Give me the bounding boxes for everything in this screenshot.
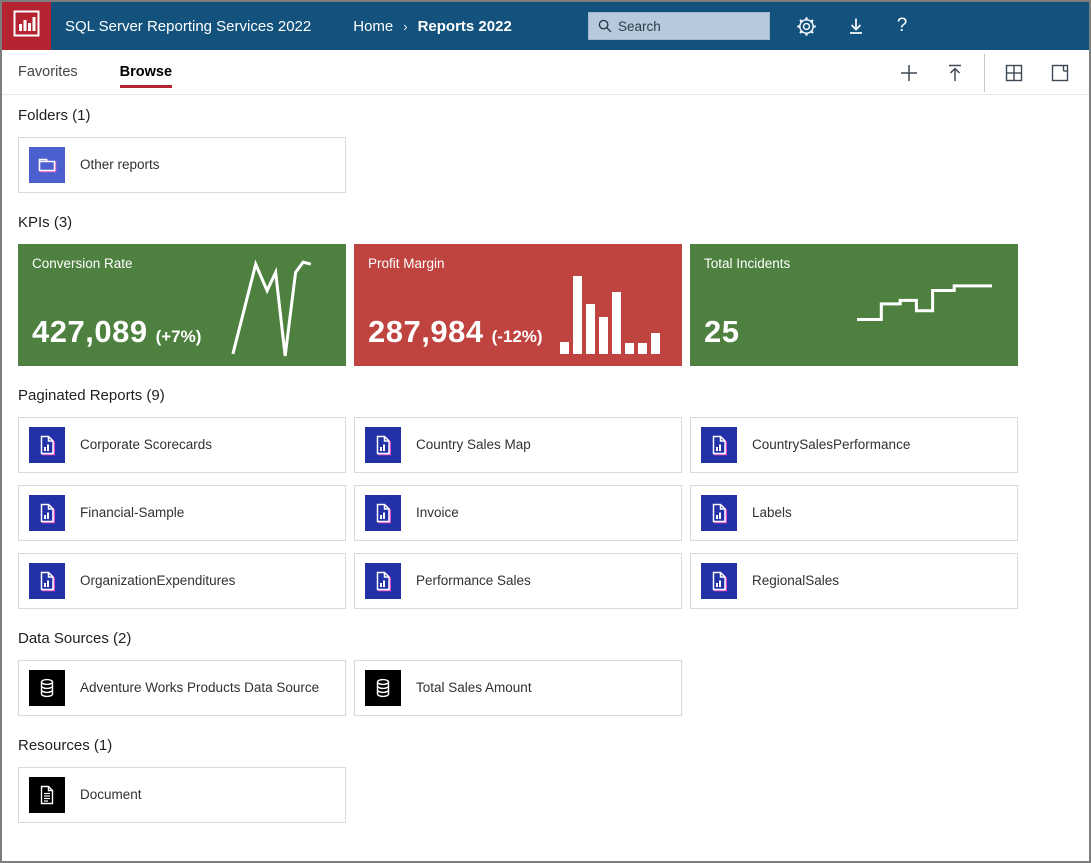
kpi-value-row: 427,089 (+7%) — [32, 314, 201, 350]
report-tile-label: Country Sales Map — [416, 436, 539, 454]
upload-icon[interactable] — [938, 56, 972, 90]
kpi-tile-total-incidents[interactable]: Total Incidents 25 — [690, 244, 1018, 366]
search-input[interactable] — [618, 19, 748, 34]
reports-grid: Corporate Scorecards Country Sales Map C… — [18, 417, 1073, 609]
datasource-tile[interactable]: Total Sales Amount — [354, 660, 682, 716]
paginated-report-icon — [365, 427, 401, 463]
tab-browse[interactable]: Browse — [120, 50, 172, 95]
paginated-report-icon — [701, 427, 737, 463]
kpi-step-sparkline — [857, 276, 992, 334]
report-tile-label: RegionalSales — [752, 572, 847, 590]
report-tile[interactable]: CountrySalesPerformance — [690, 417, 1018, 473]
report-tile[interactable]: Country Sales Map — [354, 417, 682, 473]
resource-tile[interactable]: Document — [18, 767, 346, 823]
kpi-grid: Conversion Rate 427,089 (+7%) Profit Mar… — [18, 244, 1073, 366]
download-icon[interactable] — [838, 2, 874, 50]
document-icon — [29, 777, 65, 813]
report-tile[interactable]: OrganizationExpenditures — [18, 553, 346, 609]
chevron-right-icon: › — [403, 19, 407, 34]
report-tile-label: Labels — [752, 504, 800, 522]
report-tile-label: Corporate Scorecards — [80, 436, 220, 454]
paginated-report-icon — [365, 495, 401, 531]
kpi-title: Profit Margin — [368, 256, 445, 271]
search-icon — [598, 19, 612, 33]
app-window: SQL Server Reporting Services 2022 Home … — [0, 0, 1091, 863]
kpi-delta: (+7%) — [156, 327, 202, 347]
kpi-value: 287,984 — [368, 314, 484, 350]
paginated-report-icon — [29, 563, 65, 599]
report-tile[interactable]: Performance Sales — [354, 553, 682, 609]
toolbar — [892, 50, 1077, 95]
bar-chart-logo-icon — [13, 10, 40, 42]
resource-tile-label: Document — [80, 786, 150, 804]
report-tile-label: CountrySalesPerformance — [752, 436, 918, 454]
reports-heading: Paginated Reports (9) — [18, 387, 1073, 404]
report-tile-label: Performance Sales — [416, 572, 539, 590]
top-bar: SQL Server Reporting Services 2022 Home … — [2, 2, 1089, 50]
kpis-heading: KPIs (3) — [18, 214, 1073, 231]
folders-heading: Folders (1) — [18, 107, 1073, 124]
report-tile[interactable]: Financial-Sample — [18, 485, 346, 541]
tab-favorites[interactable]: Favorites — [18, 50, 78, 95]
kpi-bar-sparkline — [560, 276, 670, 354]
settings-gear-icon[interactable] — [788, 2, 824, 50]
tiles-view-icon[interactable] — [997, 56, 1031, 90]
kpi-value: 25 — [704, 314, 739, 350]
folder-icon — [29, 147, 65, 183]
paginated-report-icon — [29, 495, 65, 531]
report-tile-label: OrganizationExpenditures — [80, 572, 243, 590]
paginated-report-icon — [701, 495, 737, 531]
kpi-value-row: 287,984 (-12%) — [368, 314, 543, 350]
tab-bar: Favorites Browse — [2, 50, 1089, 95]
app-title: SQL Server Reporting Services 2022 — [65, 18, 311, 35]
kpi-value: 427,089 — [32, 314, 148, 350]
report-tile[interactable]: Invoice — [354, 485, 682, 541]
datasource-tile-label: Total Sales Amount — [416, 679, 540, 697]
kpi-tile-profit-margin[interactable]: Profit Margin 287,984 (-12%) — [354, 244, 682, 366]
paginated-report-icon — [29, 427, 65, 463]
kpi-title: Conversion Rate — [32, 256, 133, 271]
search-box[interactable] — [588, 12, 770, 40]
resources-grid: Document — [18, 767, 1073, 823]
report-tile[interactable]: Labels — [690, 485, 1018, 541]
folder-tile-other-reports[interactable]: Other reports — [18, 137, 346, 193]
new-item-plus-icon[interactable] — [892, 56, 926, 90]
datasource-tile[interactable]: Adventure Works Products Data Source — [18, 660, 346, 716]
kpi-value-row: 25 — [704, 314, 747, 350]
database-icon — [29, 670, 65, 706]
help-icon[interactable]: ? — [884, 2, 920, 50]
report-tile[interactable]: Corporate Scorecards — [18, 417, 346, 473]
folder-tile-label: Other reports — [80, 156, 168, 174]
breadcrumb: Home › Reports 2022 — [353, 18, 512, 35]
folders-grid: Other reports — [18, 137, 1073, 193]
database-icon — [365, 670, 401, 706]
breadcrumb-current: Reports 2022 — [418, 18, 512, 35]
resources-heading: Resources (1) — [18, 737, 1073, 754]
breadcrumb-home[interactable]: Home — [353, 18, 393, 35]
kpi-title: Total Incidents — [704, 256, 790, 271]
kpi-line-sparkline — [231, 256, 326, 358]
kpi-tile-conversion-rate[interactable]: Conversion Rate 427,089 (+7%) — [18, 244, 346, 366]
datasources-heading: Data Sources (2) — [18, 630, 1073, 647]
paginated-report-icon — [365, 563, 401, 599]
ssrs-logo[interactable] — [2, 2, 51, 50]
report-tile-label: Invoice — [416, 504, 467, 522]
details-view-icon[interactable] — [1043, 56, 1077, 90]
kpi-delta: (-12%) — [492, 327, 543, 347]
datasources-grid: Adventure Works Products Data Source Tot… — [18, 660, 1073, 716]
paginated-report-icon — [701, 563, 737, 599]
toolbar-divider — [984, 54, 985, 92]
report-tile-label: Financial-Sample — [80, 504, 192, 522]
report-tile[interactable]: RegionalSales — [690, 553, 1018, 609]
browse-content: Folders (1) Other reports KPIs (3) Conve… — [2, 107, 1089, 823]
datasource-tile-label: Adventure Works Products Data Source — [80, 679, 327, 697]
